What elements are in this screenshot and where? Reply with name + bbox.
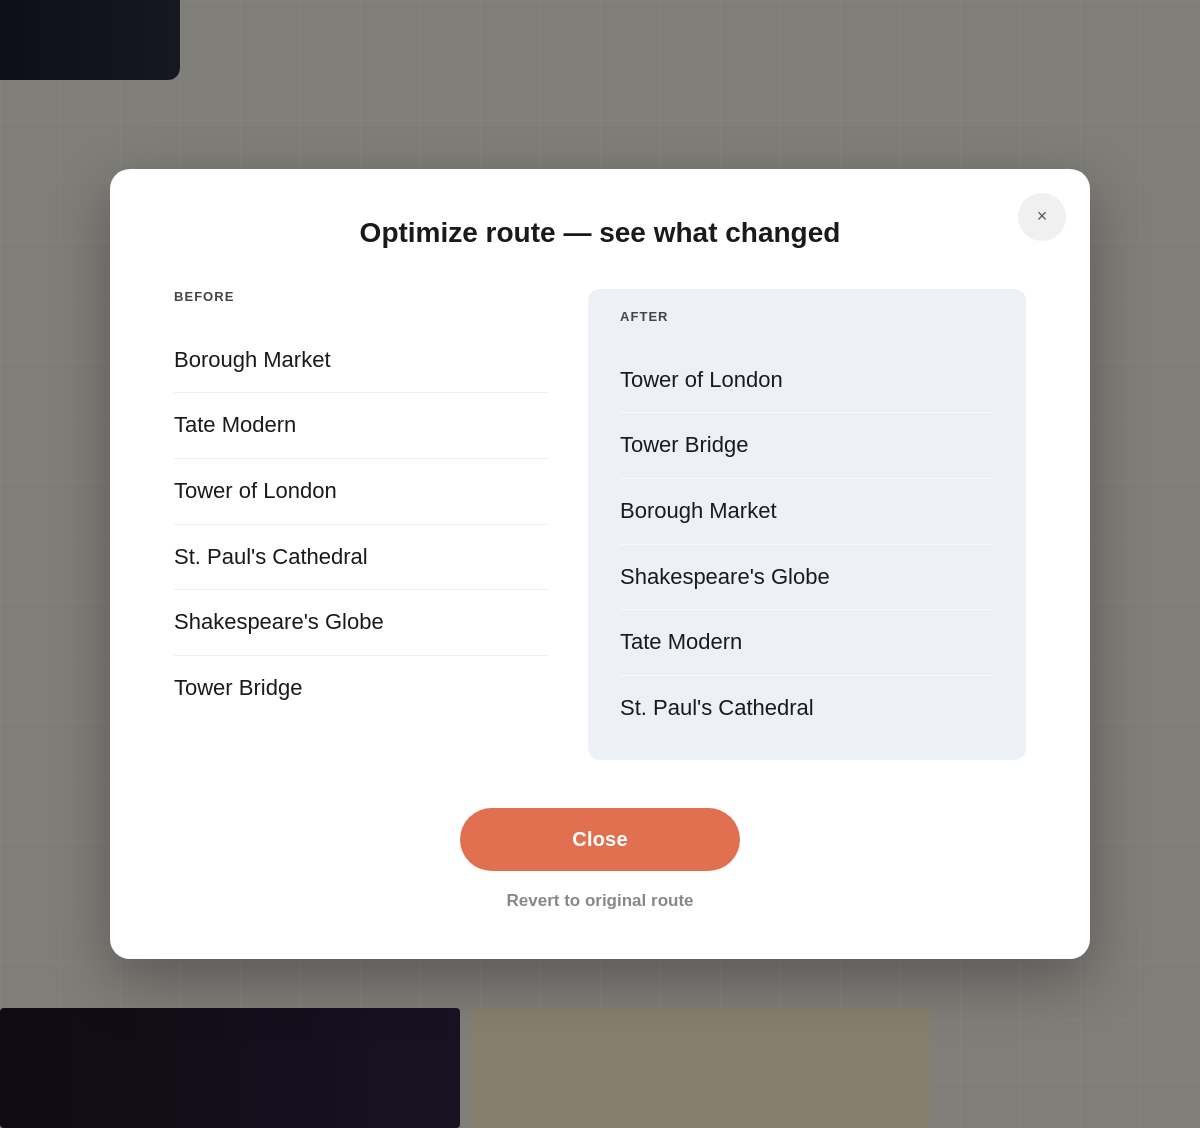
optimize-route-modal: × Optimize route — see what changed BEFO…	[110, 169, 1090, 960]
list-item: Tower Bridge	[620, 413, 994, 479]
modal-overlay: × Optimize route — see what changed BEFO…	[0, 0, 1200, 1128]
list-item: Borough Market	[174, 328, 548, 394]
route-comparison-columns: BEFORE Borough Market Tate Modern Tower …	[174, 289, 1026, 761]
list-item: Shakespeare's Globe	[174, 590, 548, 656]
list-item: St. Paul's Cathedral	[620, 676, 994, 741]
after-column: AFTER Tower of London Tower Bridge Borou…	[588, 289, 1026, 761]
list-item: Tate Modern	[174, 393, 548, 459]
modal-close-x-button[interactable]: ×	[1018, 193, 1066, 241]
list-item: Tower of London	[174, 459, 548, 525]
close-x-icon: ×	[1037, 206, 1048, 227]
list-item: Tower Bridge	[174, 656, 548, 721]
modal-actions: Close Revert to original route	[174, 808, 1026, 911]
list-item: St. Paul's Cathedral	[174, 525, 548, 591]
list-item: Shakespeare's Globe	[620, 545, 994, 611]
before-column: BEFORE Borough Market Tate Modern Tower …	[174, 289, 588, 761]
close-button[interactable]: Close	[460, 808, 740, 871]
after-column-label: AFTER	[620, 309, 994, 324]
list-item: Borough Market	[620, 479, 994, 545]
list-item: Tower of London	[620, 348, 994, 414]
list-item: Tate Modern	[620, 610, 994, 676]
before-column-label: BEFORE	[174, 289, 548, 304]
revert-route-button[interactable]: Revert to original route	[506, 891, 693, 911]
modal-title: Optimize route — see what changed	[174, 217, 1026, 249]
